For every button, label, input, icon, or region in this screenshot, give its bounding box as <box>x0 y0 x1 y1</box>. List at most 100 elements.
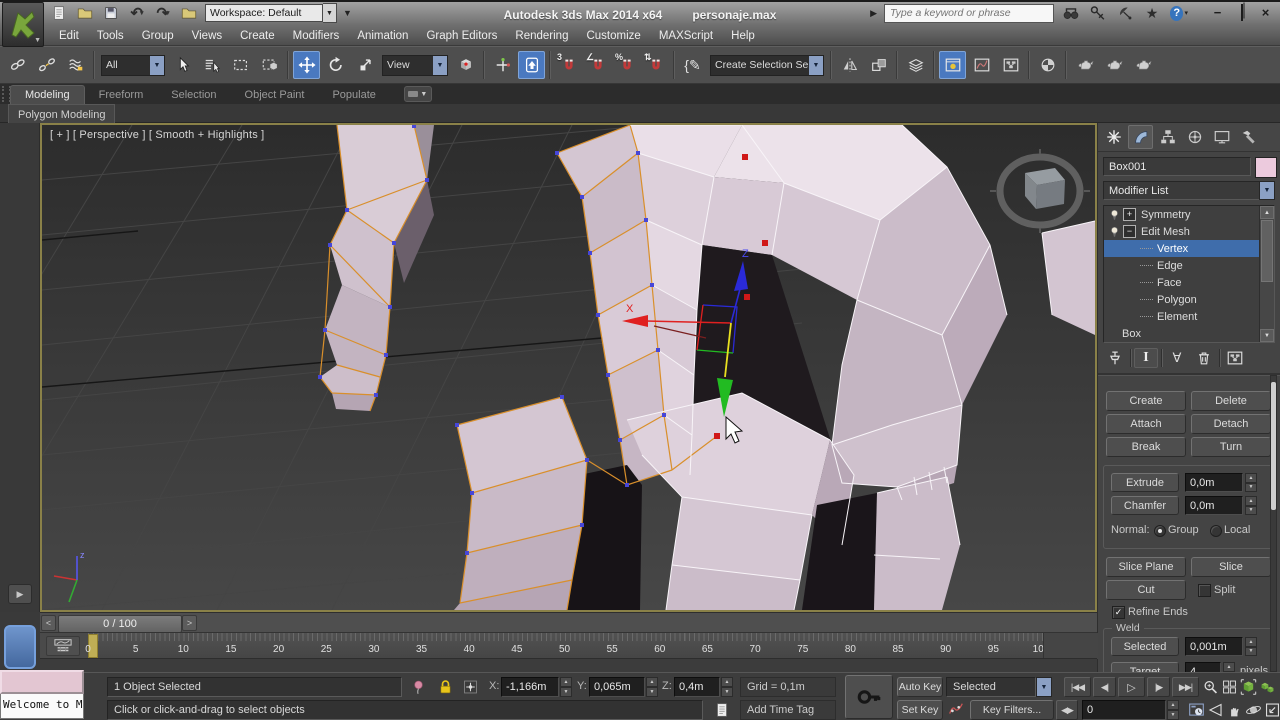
rollout-scrollbar[interactable] <box>1270 375 1277 672</box>
time-slider-handle[interactable]: 0 / 100 <box>58 615 182 633</box>
undo-button[interactable]: ↶ ▾ <box>126 3 148 23</box>
current-frame-field[interactable]: 0 <box>1082 700 1166 720</box>
curve-editor-icon[interactable] <box>968 51 995 79</box>
view-cube-cube[interactable] <box>1025 168 1065 209</box>
chamfer-button[interactable]: Chamfer <box>1111 496 1179 515</box>
frame-spinner[interactable]: ▲ ▼ <box>1167 700 1179 720</box>
field-of-view-icon[interactable] <box>1207 700 1224 720</box>
chamfer-value-field[interactable]: 0,0m <box>1185 496 1243 515</box>
edit-named-selections-icon[interactable]: {✎ <box>679 51 706 79</box>
menu-item[interactable]: Views <box>183 26 231 46</box>
y-coordinate-field[interactable]: 0,065m <box>589 677 645 697</box>
configure-modifier-sets-icon[interactable] <box>1223 348 1247 368</box>
weld-selected-button[interactable]: Selected <box>1111 637 1179 656</box>
object-color-swatch[interactable] <box>1255 157 1277 178</box>
redo-button[interactable]: ↷ ▾ <box>152 3 174 23</box>
modify-tab[interactable] <box>1128 125 1153 149</box>
workspace-field[interactable]: Workspace: Default <box>205 4 323 22</box>
expand-toggle-icon[interactable]: + <box>1123 208 1136 221</box>
turn-button[interactable]: Turn <box>1191 437 1271 457</box>
ribbon-grip[interactable] <box>2 86 11 102</box>
delete-button[interactable]: Delete <box>1191 391 1271 411</box>
workspace-flyout-icon[interactable]: ▼ <box>343 8 352 18</box>
hierarchy-tab[interactable] <box>1155 125 1180 149</box>
isolate-selection-icon[interactable] <box>410 677 427 697</box>
refine-ends-checkbox[interactable]: ✓ <box>1112 606 1125 619</box>
previous-frame-button[interactable]: < <box>41 615 56 631</box>
stack-row-box[interactable]: Box <box>1104 325 1260 342</box>
zoom-icon[interactable] <box>1202 677 1219 697</box>
add-time-tag[interactable]: Add Time Tag <box>740 700 836 720</box>
align-icon[interactable] <box>865 51 892 79</box>
unlink-selection-icon[interactable] <box>33 51 60 79</box>
rendered-frame-icon[interactable] <box>1100 51 1127 79</box>
key-mode-arrow-icon[interactable]: ▼ <box>1036 677 1052 697</box>
rollout-scroll-thumb[interactable] <box>1271 382 1276 510</box>
y-spinner[interactable]: ▲ ▼ <box>646 677 658 697</box>
communication-center-icon[interactable] <box>1115 3 1135 23</box>
pin-stack-icon[interactable] <box>1103 348 1127 368</box>
create-tab[interactable] <box>1101 125 1126 149</box>
make-unique-icon[interactable]: ∀ <box>1165 348 1189 368</box>
extrude-value-field[interactable]: 0,0m <box>1185 473 1243 492</box>
application-menu-button[interactable]: ▼ <box>2 2 44 47</box>
maxscript-mini-listener[interactable]: Welcome to M. <box>0 694 84 719</box>
menu-item[interactable]: Group <box>133 26 183 46</box>
polygon-modeling-panel-tab[interactable]: Polygon Modeling <box>8 104 116 124</box>
selection-lock-icon[interactable] <box>437 677 454 697</box>
stack-row-polygon[interactable]: Polygon <box>1104 291 1260 308</box>
split-checkbox[interactable] <box>1198 584 1211 597</box>
workspace-selector[interactable]: Workspace: Default ▼ ▼ <box>205 3 352 23</box>
time-configuration-icon[interactable] <box>1188 700 1205 720</box>
normal-group-radio[interactable] <box>1154 525 1166 537</box>
schematic-view-icon[interactable] <box>997 51 1024 79</box>
ribbon-minimize-toggle[interactable]: ▼ <box>403 86 432 102</box>
stack-scrollbar[interactable]: ▲ ▼ <box>1259 206 1274 342</box>
angle-snap-icon[interactable]: ∠ <box>584 51 611 79</box>
stack-row-symmetry[interactable]: + Symmetry <box>1104 206 1260 223</box>
perspective-viewport[interactable]: [ + ] [ Perspective ] [ Smooth + Highlig… <box>0 109 1097 612</box>
viewport-canvas[interactable]: X Z z <box>0 109 1096 611</box>
project-folder-button[interactable] <box>178 3 200 23</box>
stack-row-face[interactable]: Face <box>1104 274 1260 291</box>
percent-snap-icon[interactable]: % <box>613 51 640 79</box>
menu-item[interactable]: Create <box>231 26 284 46</box>
track-bar-ruler[interactable]: 0 5 10 15 20 25 30 35 40 45 50 55 60 65 70 75 80 85 90 95 10… <box>85 633 1049 659</box>
chamfer-spinner[interactable]: ▲ ▼ <box>1245 496 1257 515</box>
go-to-end-button[interactable]: ▶▶| <box>1172 677 1199 697</box>
restore-button[interactable] <box>1233 4 1250 22</box>
remove-modifier-icon[interactable] <box>1192 348 1216 368</box>
motion-tab[interactable] <box>1182 125 1207 149</box>
spinner-snap-icon[interactable]: ⇅ <box>642 51 669 79</box>
show-end-result-icon[interactable]: I <box>1134 348 1158 368</box>
expand-toggle-icon[interactable]: − <box>1123 225 1136 238</box>
previous-key-button[interactable]: ◀| <box>1093 677 1116 697</box>
layout-tabs-expand-icon[interactable]: ▶ <box>8 584 32 604</box>
modifier-list-label[interactable]: Modifier List <box>1103 181 1259 200</box>
window-crossing-icon[interactable] <box>256 51 283 79</box>
menu-item[interactable]: MAXScript <box>650 26 722 46</box>
bind-to-space-warp-icon[interactable] <box>62 51 89 79</box>
save-file-button[interactable] <box>100 3 122 23</box>
stack-row-element[interactable]: Element <box>1104 308 1260 325</box>
open-file-button[interactable] <box>74 3 96 23</box>
search-binoculars-icon[interactable] <box>1061 3 1081 23</box>
weld-selected-value-field[interactable]: 0,001m <box>1185 637 1243 656</box>
search-history-arrow-icon[interactable]: ▶ <box>870 8 877 19</box>
new-scene-button[interactable] <box>48 3 70 23</box>
menu-item[interactable]: Tools <box>88 26 133 46</box>
slice-plane-button[interactable]: Slice Plane <box>1106 557 1186 577</box>
key-mode-dropdown[interactable]: Selected ▼ <box>946 677 1052 697</box>
menu-item[interactable]: Edit <box>50 26 88 46</box>
close-button[interactable]: × <box>1257 5 1274 22</box>
render-setup-icon[interactable] <box>1071 51 1098 79</box>
display-tab[interactable] <box>1209 125 1234 149</box>
use-pivot-center-icon[interactable] <box>452 51 479 79</box>
ribbon-toggle-icon[interactable] <box>939 51 966 79</box>
keyboard-override-icon[interactable] <box>518 51 545 79</box>
time-tag-icon[interactable] <box>712 700 732 720</box>
select-and-move-icon[interactable] <box>293 51 320 79</box>
mirror-icon[interactable] <box>836 51 863 79</box>
select-by-name-icon[interactable] <box>198 51 225 79</box>
play-button[interactable]: ▷ <box>1118 677 1145 697</box>
